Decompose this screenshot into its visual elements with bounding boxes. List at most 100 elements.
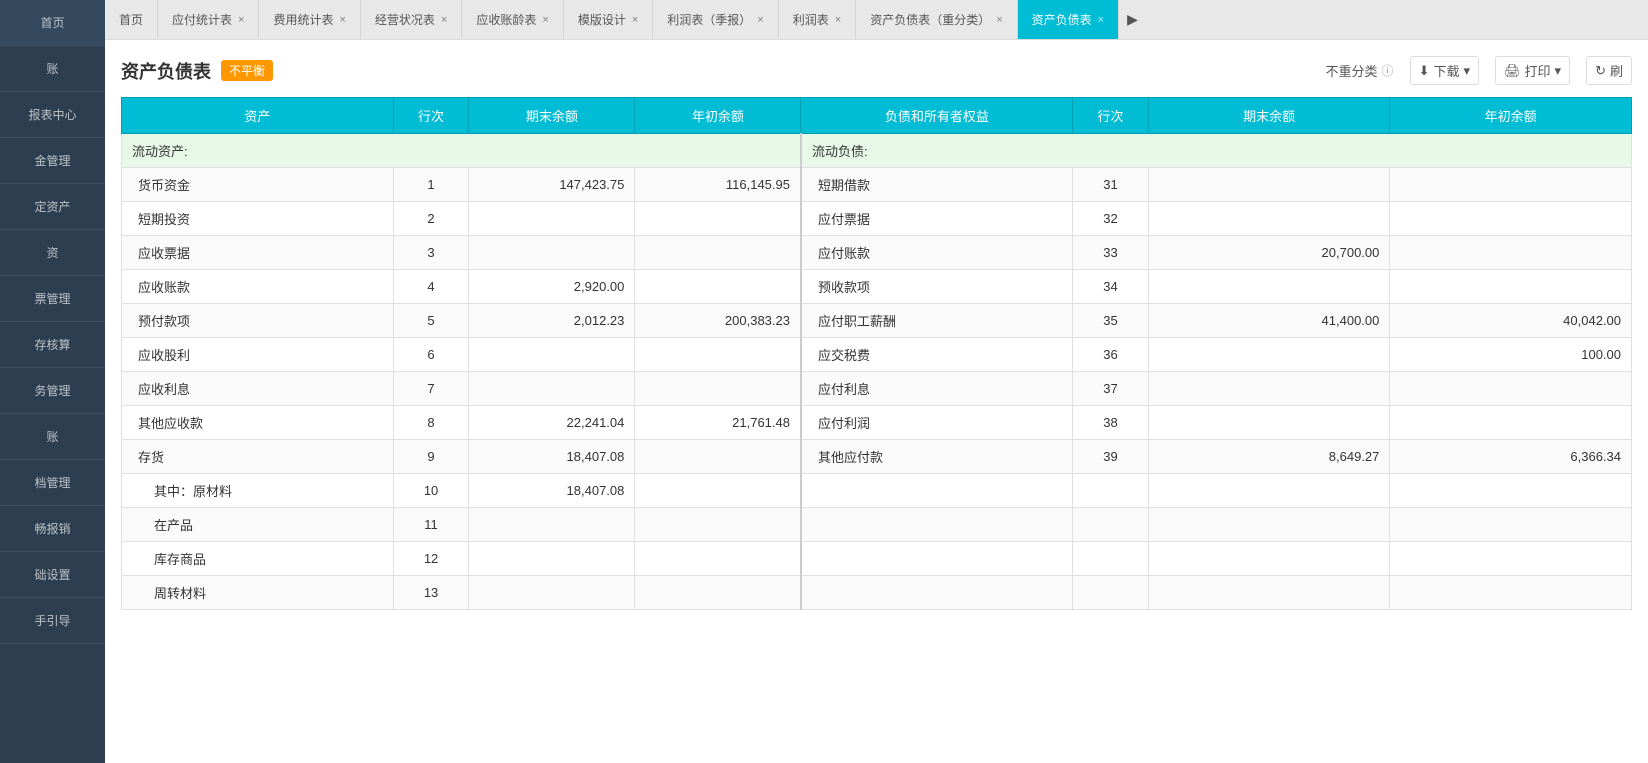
- cell-left-row-11: 11: [393, 508, 469, 542]
- sidebar-item-0[interactable]: 首页: [0, 0, 105, 46]
- tab-bar: 首页应付统计表×费用统计表×经营状况表×应收账龄表×模版设计×利润表（季报）×利…: [105, 0, 1648, 40]
- sidebar-item-4[interactable]: 定资产: [0, 184, 105, 230]
- tab-close-9[interactable]: ×: [1098, 14, 1104, 26]
- tab-3[interactable]: 经营状况表×: [361, 0, 462, 40]
- cell-right-row-6: 36: [1073, 338, 1149, 372]
- refresh-icon: ↻: [1595, 63, 1606, 79]
- cell-right-name-5: 应付职工薪酬: [801, 304, 1073, 338]
- cell-right-name-1: 短期借款: [801, 168, 1073, 202]
- cell-left-period-7: [469, 372, 635, 406]
- cell-left-row-8: 8: [393, 406, 469, 440]
- cell-right-name-3: 应付账款: [801, 236, 1073, 270]
- sidebar-item-6[interactable]: 票管理: [0, 276, 105, 322]
- download-button[interactable]: ⬇ 下载 ▾: [1410, 56, 1479, 85]
- cell-left-name-11: 在产品: [122, 508, 394, 542]
- cell-left-year-8: 21,761.48: [635, 406, 801, 440]
- sidebar: 首页账报表中心金管理定资产资票管理存核算务管理账档管理畅报销础设置手引导: [0, 0, 105, 763]
- cell-left-year-13: [635, 576, 801, 610]
- cell-left-row-13: 13: [393, 576, 469, 610]
- cell-right-name-7: 应付利息: [801, 372, 1073, 406]
- tab-1[interactable]: 应付统计表×: [158, 0, 259, 40]
- cell-left-year-3: [635, 236, 801, 270]
- cell-left-year-12: [635, 542, 801, 576]
- page-title-area: 资产负债表 不平衡: [121, 58, 273, 84]
- tab-8[interactable]: 资产负债表（重分类） ×: [856, 0, 1017, 40]
- tab-scroll-arrow[interactable]: ▶: [1119, 11, 1146, 28]
- sidebar-item-13[interactable]: 手引导: [0, 598, 105, 644]
- sidebar-item-7[interactable]: 存核算: [0, 322, 105, 368]
- sidebar-item-3[interactable]: 金管理: [0, 138, 105, 184]
- download-arrow-icon: ▾: [1463, 63, 1470, 79]
- tab-close-8[interactable]: ×: [996, 14, 1002, 26]
- cell-left-name-8: 其他应收款: [122, 406, 394, 440]
- sidebar-item-11[interactable]: 畅报销: [0, 506, 105, 552]
- tab-0[interactable]: 首页: [105, 0, 158, 40]
- cell-right-row-3: 33: [1073, 236, 1149, 270]
- tab-7[interactable]: 利润表 ×: [779, 0, 856, 40]
- tab-close-1[interactable]: ×: [238, 14, 244, 26]
- help-icon: ⓘ: [1382, 62, 1394, 79]
- page-header: 资产负债表 不平衡 不重分类 ⓘ ⬇ 下载 ▾ 🖨 打印 ▾: [121, 56, 1632, 85]
- cell-right-name-6: 应交税费: [801, 338, 1073, 372]
- header-period-end2: 期末余额: [1148, 98, 1390, 134]
- sidebar-item-10[interactable]: 档管理: [0, 460, 105, 506]
- cell-right-year-9: 6,366.34: [1390, 440, 1632, 474]
- cell-left-name-10: 其中：原材料: [122, 474, 394, 508]
- sidebar-item-9[interactable]: 账: [0, 414, 105, 460]
- table-row: 货币资金1147,423.75116,145.95短期借款31: [122, 168, 1632, 202]
- page-title: 资产负债表: [121, 58, 211, 84]
- cell-left-name-5: 预付款项: [122, 304, 394, 338]
- tab-9[interactable]: 资产负债表×: [1018, 0, 1119, 40]
- cell-left-period-9: 18,407.08: [469, 440, 635, 474]
- cell-right-row-11: [1073, 508, 1149, 542]
- table-row: 应收股利6应交税费36100.00: [122, 338, 1632, 372]
- cell-right-name-2: 应付票据: [801, 202, 1073, 236]
- tab-close-4[interactable]: ×: [542, 14, 548, 26]
- table-row: 短期投资2应付票据32: [122, 202, 1632, 236]
- refresh-button[interactable]: ↻ 刷: [1586, 56, 1632, 85]
- sidebar-item-2[interactable]: 报表中心: [0, 92, 105, 138]
- sidebar-item-12[interactable]: 础设置: [0, 552, 105, 598]
- cell-right-name-13: [801, 576, 1073, 610]
- tab-close-6[interactable]: ×: [757, 14, 763, 26]
- tab-6[interactable]: 利润表（季报）×: [653, 0, 778, 40]
- tab-5[interactable]: 模版设计×: [564, 0, 653, 40]
- cell-right-period-8: [1148, 406, 1390, 440]
- tab-close-7[interactable]: ×: [835, 14, 841, 26]
- tab-close-2[interactable]: ×: [339, 14, 345, 26]
- table-row: 其中：原材料1018,407.08: [122, 474, 1632, 508]
- cell-right-period-1: [1148, 168, 1390, 202]
- cell-right-period-6: [1148, 338, 1390, 372]
- cell-left-row-2: 2: [393, 202, 469, 236]
- cell-left-period-10: 18,407.08: [469, 474, 635, 508]
- sidebar-item-1[interactable]: 账: [0, 46, 105, 92]
- tab-2[interactable]: 费用统计表×: [259, 0, 360, 40]
- header-actions: 不重分类 ⓘ ⬇ 下载 ▾ 🖨 打印 ▾ ↻ 刷: [1326, 56, 1632, 85]
- tab-close-3[interactable]: ×: [441, 14, 447, 26]
- cell-left-name-13: 周转材料: [122, 576, 394, 610]
- cell-right-name-12: [801, 542, 1073, 576]
- header-year-start: 年初余额: [635, 98, 801, 134]
- print-label: 打印: [1525, 61, 1551, 80]
- tab-label-7: 利润表: [793, 11, 829, 28]
- cell-right-period-11: [1148, 508, 1390, 542]
- table-row: 存货918,407.08其他应付款398,649.276,366.34: [122, 440, 1632, 474]
- cell-left-year-1: 116,145.95: [635, 168, 801, 202]
- sidebar-item-8[interactable]: 务管理: [0, 368, 105, 414]
- cell-right-name-8: 应付利润: [801, 406, 1073, 440]
- tab-label-8: 资产负债表（重分类）: [870, 11, 990, 28]
- print-button[interactable]: 🖨 打印 ▾: [1495, 56, 1570, 85]
- cell-left-name-1: 货币资金: [122, 168, 394, 202]
- cell-right-row-1: 31: [1073, 168, 1149, 202]
- tab-close-5[interactable]: ×: [632, 14, 638, 26]
- cell-right-row-9: 39: [1073, 440, 1149, 474]
- cell-left-row-1: 1: [393, 168, 469, 202]
- cell-left-year-11: [635, 508, 801, 542]
- no-classify-toggle[interactable]: 不重分类 ⓘ: [1326, 61, 1394, 80]
- cell-right-period-4: [1148, 270, 1390, 304]
- cell-left-period-1: 147,423.75: [469, 168, 635, 202]
- cell-right-name-4: 预收款项: [801, 270, 1073, 304]
- tab-4[interactable]: 应收账龄表×: [462, 0, 563, 40]
- cell-right-row-5: 35: [1073, 304, 1149, 338]
- sidebar-item-5[interactable]: 资: [0, 230, 105, 276]
